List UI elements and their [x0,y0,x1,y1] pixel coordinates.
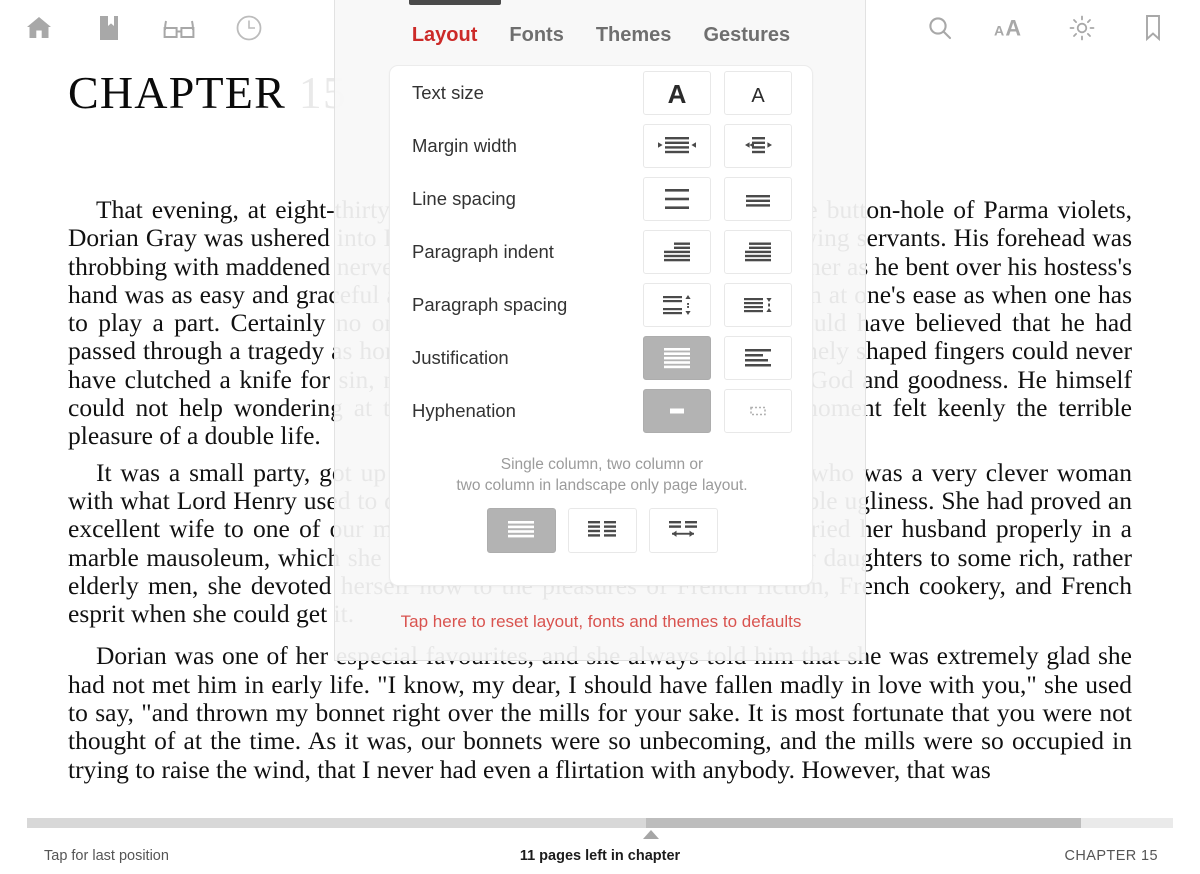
tab-layout[interactable]: Layout [396,24,494,47]
row-label: Text size [412,81,484,103]
tab-fonts[interactable]: Fonts [493,24,579,47]
toolbar-left-group [22,0,266,56]
setting-row-hyphenation: Hyphenation [390,384,814,437]
setting-row-margin-width: Margin width [390,119,814,172]
reader-app: The Picture of Dorian Gray CHAPTER 15 Th… [0,0,1200,874]
setting-row-paragraph-spacing: Paragraph spacing [390,278,814,331]
status-labels: Tap for last position 11 pages left in c… [0,848,1200,872]
margin-narrow-icon[interactable] [724,123,792,168]
big-A-icon[interactable]: A [643,70,711,115]
settings-overlay: Layout Fonts Themes Gestures Text size A [334,0,866,661]
para-spacing-less-icon[interactable] [724,282,792,327]
line-spacing-wide-icon[interactable] [643,176,711,221]
svg-text:A: A [1005,16,1021,41]
row-controls [643,282,814,327]
setting-row-justification: Justification [390,331,814,384]
row-label: Paragraph spacing [412,293,568,315]
progress-segment-chapter [645,818,1082,828]
current-chapter-label: CHAPTER 15 [1064,848,1158,864]
bottom-status-bar: Tap for last position 11 pages left in c… [0,804,1200,874]
text-size-icon[interactable]: A A [994,11,1028,45]
progress-segment-remaining [1081,818,1173,828]
row-label: Justification [412,346,509,368]
column-layout-buttons [390,508,814,553]
align-left-icon[interactable] [724,335,792,380]
library-book-icon[interactable] [92,11,126,45]
hyphen-off-icon[interactable] [724,388,792,433]
row-controls [643,335,814,380]
margin-widen-icon[interactable] [643,123,711,168]
brightness-icon[interactable] [1065,11,1099,45]
reading-glasses-icon[interactable] [162,11,196,45]
justify-full-icon[interactable] [643,335,711,380]
column-hint-line-2: two column in landscape only page layout… [456,477,748,494]
small-A-icon[interactable]: A [724,70,792,115]
row-label: Margin width [412,134,517,156]
row-label: Hyphenation [412,399,516,421]
single-column-icon[interactable] [486,508,556,553]
pages-left-label: 11 pages left in chapter [519,848,681,864]
svg-text:A: A [668,79,687,108]
indent-decrease-icon[interactable] [724,229,792,274]
column-layout-hint: Single column, two column or two column … [390,454,814,496]
row-controls [643,229,814,274]
two-column-icon[interactable] [567,508,637,553]
progress-segment-read [27,818,646,828]
row-controls [643,388,814,433]
line-spacing-tight-icon[interactable] [724,176,792,221]
toolbar-right-group: A A [923,0,1170,56]
setting-row-paragraph-indent: Paragraph indent [390,225,814,278]
layout-settings-panel: Text size A A Margin width Line spacing … [389,65,813,586]
reading-progress-bar[interactable] [27,818,1173,828]
two-column-landscape-icon[interactable] [648,508,718,553]
svg-text:A: A [751,85,765,107]
settings-rows: Text size A A Margin width Line spacing … [390,66,814,437]
setting-row-text-size: Text size A A [390,66,814,119]
row-label: Paragraph indent [412,240,554,262]
progress-marker[interactable] [643,830,659,839]
home-icon[interactable] [22,11,56,45]
search-icon[interactable] [923,11,957,45]
clock-icon[interactable] [232,11,266,45]
row-controls [643,176,814,221]
row-controls: A A [643,70,814,115]
svg-text:A: A [994,24,1004,40]
tab-themes[interactable]: Themes [580,24,688,47]
settings-tabbar: Layout Fonts Themes Gestures [335,0,867,58]
row-label: Line spacing [412,187,516,209]
reset-defaults-link[interactable]: Tap here to reset layout, fonts and them… [335,612,867,632]
hyphen-on-icon[interactable] [643,388,711,433]
indent-increase-icon[interactable] [643,229,711,274]
bookmark-icon[interactable] [1136,11,1170,45]
row-controls [643,123,814,168]
para-spacing-more-icon[interactable] [643,282,711,327]
setting-row-line-spacing: Line spacing [390,172,814,225]
paragraph: Dorian was one of her especial favourite… [68,641,1132,784]
tab-gestures[interactable]: Gestures [687,24,806,47]
column-hint-line-1: Single column, two column or [500,456,704,473]
chapter-heading-word: CHAPTER [68,67,286,118]
